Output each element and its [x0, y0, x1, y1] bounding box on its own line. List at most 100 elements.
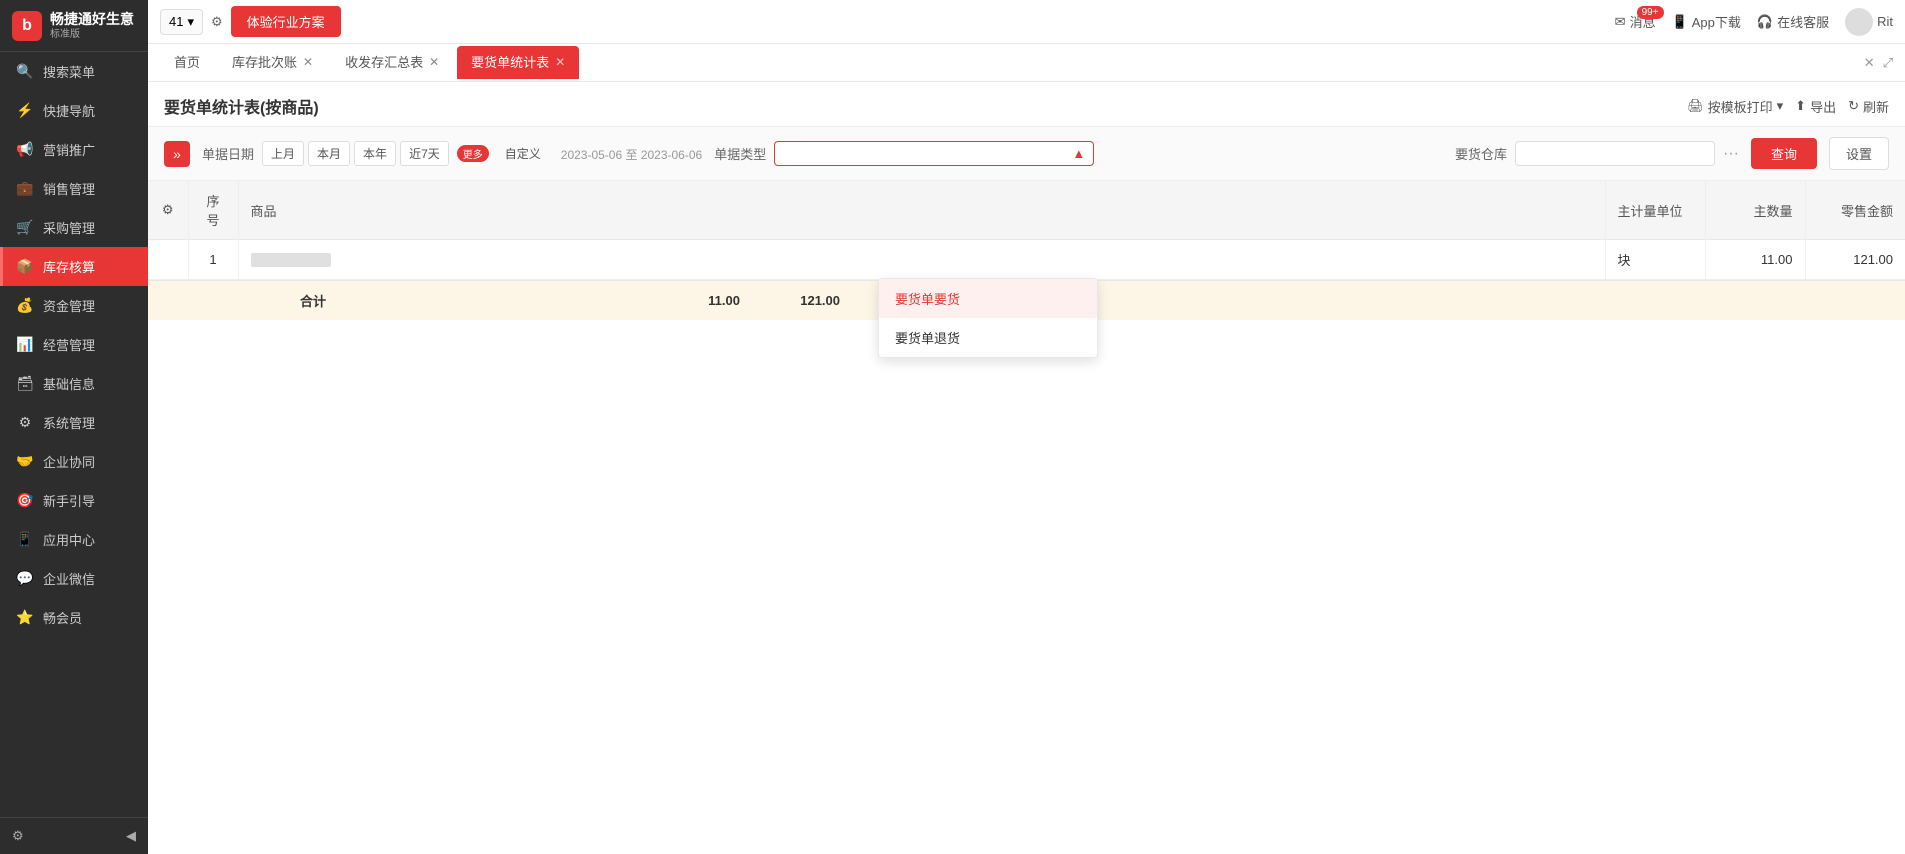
filter-bar: » 单据日期 上月本月本年近7天 更多 自定义 2023-05-06 至 202… — [148, 127, 1905, 181]
tab-库存批次账[interactable]: 库存批次账✕ — [218, 46, 327, 79]
tab-label: 首页 — [174, 52, 200, 71]
sidebar-label-marketing: 营销推广 — [43, 140, 95, 159]
col-index-header: 序号 — [188, 181, 238, 240]
sidebar-item-marketing[interactable]: 📢 营销推广 — [0, 130, 148, 169]
sidebar-label-appstore: 应用中心 — [43, 530, 95, 549]
sidebar-item-guide[interactable]: 🎯 新手引导 — [0, 481, 148, 520]
sidebar-label-search: 搜索菜单 — [43, 62, 95, 81]
headset-icon: 🎧 — [1757, 14, 1773, 30]
tab-bar-right: ✕ ⤢ — [1864, 55, 1893, 71]
refresh-btn[interactable]: ↻ 刷新 — [1848, 97, 1889, 116]
table-body: 1 块 11.00 121.00 — [148, 240, 1905, 280]
sidebar-label-guide: 新手引导 — [43, 491, 95, 510]
page-header: 要货单统计表(按商品) 🖨 按模板打印 ▾ ⬆ 导出 ↻ 刷新 — [148, 82, 1905, 127]
logo-icon: b — [12, 11, 42, 41]
sidebar-label-quick-nav: 快捷导航 — [43, 101, 95, 120]
tab-首页[interactable]: 首页 — [160, 46, 214, 79]
user-avatar-area[interactable]: Rit — [1845, 8, 1893, 36]
messages-item[interactable]: ✉ 消息 99+ — [1615, 12, 1656, 31]
header-right: ✉ 消息 99+ 📱 App下载 🎧 在线客服 Rit — [1615, 8, 1893, 36]
date-filter-label: 单据日期 — [202, 144, 254, 163]
sidebar-icon-inventory: 📦 — [15, 258, 35, 275]
sidebar-label-operation: 经营管理 — [43, 335, 95, 354]
sidebar-item-purchase[interactable]: 🛒采购管理 — [0, 208, 148, 247]
dropdown-item-要货单要货[interactable]: 要货单要货 — [879, 279, 1097, 318]
sidebar-label-system: 系统管理 — [43, 413, 95, 432]
sidebar-item-quick-nav[interactable]: ⚡快捷导航 — [0, 91, 148, 130]
date-btn-本月[interactable]: 本月 — [308, 141, 350, 166]
sidebar-icon-purchase: 🛒 — [15, 219, 35, 236]
refresh-label: 刷新 — [1863, 97, 1889, 116]
sidebar-icon-system: ⚙ — [15, 414, 35, 431]
date-btn-本年[interactable]: 本年 — [354, 141, 396, 166]
row-unit: 块 — [1605, 240, 1705, 280]
sidebar-item-inventory[interactable]: 📦库存核算 — [0, 247, 148, 286]
collapse-icon[interactable]: ◀ — [126, 828, 136, 844]
query-btn[interactable]: 查询 — [1751, 138, 1817, 169]
more-options-icon[interactable]: ··· — [1723, 145, 1739, 163]
sidebar-item-sales[interactable]: 💼销售管理 — [0, 169, 148, 208]
tab-close-all-icon[interactable]: ✕ — [1864, 55, 1875, 71]
tab-label: 要货单统计表 — [471, 52, 549, 71]
type-filter-label: 单据类型 — [714, 144, 766, 163]
tab-close-icon[interactable]: ✕ — [429, 55, 439, 69]
logo-text: 畅捷通好生意 标准版 — [50, 10, 134, 41]
type-select[interactable]: ▲ — [774, 141, 1094, 166]
sidebar-icon-sales: 💼 — [15, 180, 35, 197]
sidebar-label-finance: 资金管理 — [43, 296, 95, 315]
tab-close-icon[interactable]: ✕ — [303, 55, 313, 69]
sidebar-icon-appstore: 📱 — [15, 531, 35, 548]
more-dates-tag[interactable]: 更多 — [457, 145, 489, 162]
sidebar-icon-member: ⭐ — [15, 609, 35, 626]
app-version: 标准版 — [50, 28, 134, 41]
date-btn-近7天[interactable]: 近7天 — [400, 141, 449, 166]
print-btn[interactable]: 🖨 按模板打印 ▾ — [1687, 97, 1783, 116]
top-header: 41 ▾ ⚙ 体验行业方案 ✉ 消息 99+ 📱 App下载 🎧 在线客服 R — [148, 0, 1905, 44]
sidebar-item-search[interactable]: 🔍搜索菜单 — [0, 52, 148, 91]
type-dropdown: 要货单要货要货单退货 — [878, 278, 1098, 358]
tab-maximize-icon[interactable]: ⤢ — [1883, 55, 1893, 71]
user-avatar — [1845, 8, 1873, 36]
sidebar-nav: 🔍搜索菜单⚡快捷导航 📢 营销推广 💼销售管理🛒采购管理📦库存核算💰资金管理📊经营管理… — [0, 52, 148, 817]
store-selector[interactable]: 41 ▾ — [160, 9, 203, 35]
sidebar-icon-enterprise: 🤝 — [15, 453, 35, 470]
warehouse-filter-group: 要货仓库 ··· — [1455, 141, 1739, 166]
date-btn-上月[interactable]: 上月 — [262, 141, 304, 166]
settings-icon[interactable]: ⚙ — [12, 828, 24, 844]
export-btn[interactable]: ⬆ 导出 — [1795, 97, 1836, 116]
row-setting[interactable] — [148, 240, 188, 280]
app-download-item[interactable]: 📱 App下载 — [1672, 12, 1741, 31]
sidebar-item-wechat[interactable]: 💬企业微信 — [0, 559, 148, 598]
row-qty: 11.00 — [1705, 240, 1805, 280]
sidebar-icon-basic: 🗃 — [15, 375, 35, 392]
tab-收发存汇总表[interactable]: 收发存汇总表✕ — [331, 46, 453, 79]
sidebar-item-basic[interactable]: 🗃基础信息 — [0, 364, 148, 403]
sidebar-item-enterprise[interactable]: 🤝企业协同 — [0, 442, 148, 481]
table-header-row: ⚙ 序号 商品 主计量单位 主数量 零售金额 — [148, 181, 1905, 240]
sidebar-item-finance[interactable]: 💰资金管理 — [0, 286, 148, 325]
settings-column-btn[interactable]: 设置 — [1829, 137, 1889, 170]
sidebar-item-member[interactable]: ⭐ 畅会员 — [0, 598, 148, 637]
settings-gear-icon[interactable]: ⚙ — [211, 14, 223, 30]
sidebar-item-operation[interactable]: 📊经营管理 — [0, 325, 148, 364]
tab-要货单统计表[interactable]: 要货单统计表 ✕ — [457, 46, 579, 79]
sidebar-icon-marketing: 📢 — [15, 141, 35, 158]
messages-badge: 99+ — [1637, 6, 1664, 19]
expand-filter-btn[interactable]: » — [164, 141, 190, 167]
trial-btn[interactable]: 体验行业方案 — [231, 6, 341, 37]
tab-close-icon[interactable]: ✕ — [555, 55, 565, 69]
custom-date-btn[interactable]: 自定义 — [497, 142, 549, 165]
print-chevron-down-icon: ▾ — [1777, 98, 1784, 114]
row-index: 1 — [188, 240, 238, 280]
sidebar-icon-guide: 🎯 — [15, 492, 35, 509]
sidebar-item-appstore[interactable]: 📱 应用中心 — [0, 520, 148, 559]
online-service-item[interactable]: 🎧 在线客服 — [1757, 12, 1829, 31]
col-amount-header: 零售金额 — [1805, 181, 1905, 240]
footer-label: 合计 — [250, 291, 540, 310]
dropdown-item-要货单退货[interactable]: 要货单退货 — [879, 318, 1097, 357]
type-chevron-up-icon: ▲ — [1072, 146, 1085, 161]
sidebar-label-member: 畅会员 — [43, 608, 82, 627]
sidebar-item-system[interactable]: ⚙ 系统管理 — [0, 403, 148, 442]
warehouse-input[interactable] — [1515, 141, 1715, 166]
col-setting-header[interactable]: ⚙ — [148, 181, 188, 240]
